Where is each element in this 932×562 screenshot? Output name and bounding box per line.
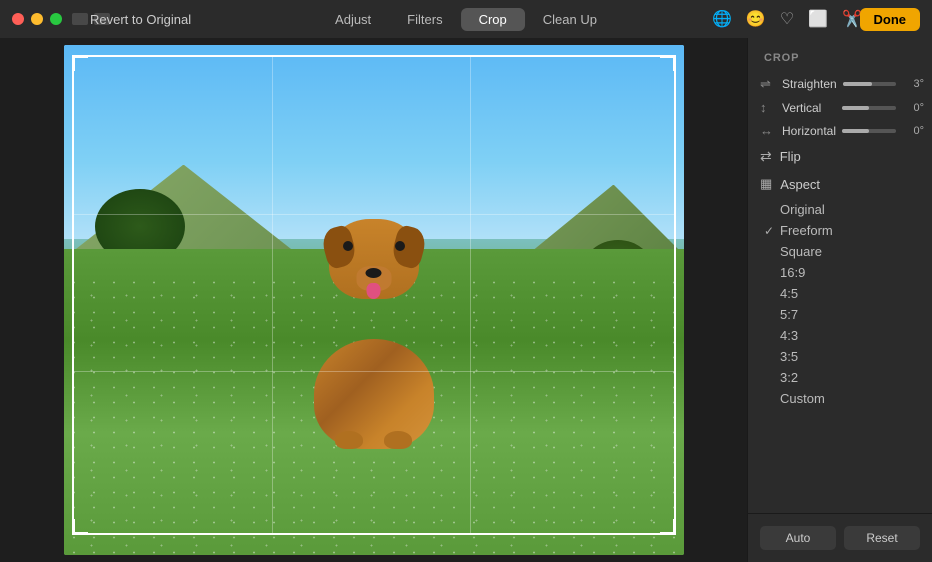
revert-button[interactable]: Revert to Original — [90, 12, 191, 27]
auto-button[interactable]: Auto — [760, 526, 836, 550]
horizontal-fill — [842, 129, 869, 133]
vertical-icon: ↕ — [760, 100, 776, 115]
dog-eye-right — [395, 241, 405, 251]
maximize-button[interactable] — [50, 13, 62, 25]
dog-eye-left — [343, 241, 353, 251]
aspect-freeform[interactable]: Freeform — [748, 220, 932, 241]
aspect-4-5[interactable]: 4:5 — [748, 283, 932, 304]
dog-tongue — [367, 283, 381, 299]
dog-snout — [356, 266, 391, 291]
flip-label: Flip — [780, 149, 801, 164]
tab-cleanup[interactable]: Clean Up — [525, 8, 615, 31]
horizontal-slider[interactable] — [842, 129, 896, 133]
traffic-lights — [12, 13, 62, 25]
horizontal-icon: ↔ — [760, 123, 776, 138]
photo-container — [64, 45, 684, 555]
aspect-16-9[interactable]: 16:9 — [748, 262, 932, 283]
vertical-value: 0° — [902, 102, 924, 114]
straighten-fill — [843, 82, 872, 86]
flip-row[interactable]: ⇄ Flip — [748, 142, 932, 171]
vertical-label: Vertical — [782, 101, 836, 115]
toolbar-right: 🌐 😊 ♡ ⬜ ✂️ — [712, 9, 862, 29]
main-content: CROP ⇌ Straighten 3° ↕ Vertical 0° ↔ Hor… — [0, 38, 932, 562]
aspect-options: Original Freeform Square 16:9 4:5 5:7 4:… — [748, 197, 932, 411]
horizontal-label: Horizontal — [782, 124, 836, 138]
image-area[interactable] — [0, 38, 747, 562]
dog-nose — [366, 268, 382, 278]
close-button[interactable] — [12, 13, 24, 25]
vertical-slider[interactable] — [842, 106, 896, 110]
straighten-value: 3° — [902, 78, 924, 90]
dog-paw-front-left — [335, 431, 363, 449]
straighten-row: ⇌ Straighten 3° — [748, 72, 932, 96]
photo-background — [64, 45, 684, 555]
aspect-row[interactable]: ▦ Aspect — [748, 171, 932, 197]
dog-body — [314, 339, 434, 449]
aspect-5-7[interactable]: 5:7 — [748, 304, 932, 325]
minimize-button[interactable] — [31, 13, 43, 25]
globe-icon[interactable]: 🌐 — [712, 9, 732, 29]
emoji-icon[interactable]: 😊 — [746, 9, 766, 29]
aspect-3-5[interactable]: 3:5 — [748, 346, 932, 367]
aspect-icon: ▦ — [760, 176, 772, 192]
dog-head — [329, 219, 419, 299]
straighten-slider[interactable] — [843, 82, 896, 86]
aspect-square[interactable]: Square — [748, 241, 932, 262]
dog-paw-front-right — [384, 431, 412, 449]
nav-tabs: Adjust Filters Crop Clean Up — [317, 8, 615, 31]
vertical-fill — [842, 106, 869, 110]
aspect-original[interactable]: Original — [748, 199, 932, 220]
straighten-label: Straighten — [782, 77, 837, 91]
heart-icon[interactable]: ♡ — [780, 9, 794, 29]
reset-button[interactable]: Reset — [844, 526, 920, 550]
crop-section-title: CROP — [748, 38, 932, 72]
aspect-4-3[interactable]: 4:3 — [748, 325, 932, 346]
tab-crop[interactable]: Crop — [461, 8, 525, 31]
straighten-icon: ⇌ — [760, 76, 776, 92]
horizontal-value: 0° — [902, 125, 924, 137]
aspect-custom[interactable]: Custom — [748, 388, 932, 409]
aspect-label: Aspect — [780, 177, 820, 192]
panel-footer: Auto Reset — [748, 513, 932, 562]
tab-filters[interactable]: Filters — [389, 8, 460, 31]
dog — [274, 219, 474, 479]
tab-adjust[interactable]: Adjust — [317, 8, 389, 31]
horizontal-row: ↔ Horizontal 0° — [748, 119, 932, 142]
view-toggle-icon[interactable] — [72, 13, 88, 25]
right-panel: CROP ⇌ Straighten 3° ↕ Vertical 0° ↔ Hor… — [747, 38, 932, 562]
frame-icon[interactable]: ⬜ — [808, 9, 828, 29]
flip-icon: ⇄ — [760, 148, 772, 165]
aspect-3-2[interactable]: 3:2 — [748, 367, 932, 388]
vertical-row: ↕ Vertical 0° — [748, 96, 932, 119]
titlebar: Revert to Original Adjust Filters Crop C… — [0, 0, 932, 38]
done-button[interactable]: Done — [860, 8, 921, 31]
